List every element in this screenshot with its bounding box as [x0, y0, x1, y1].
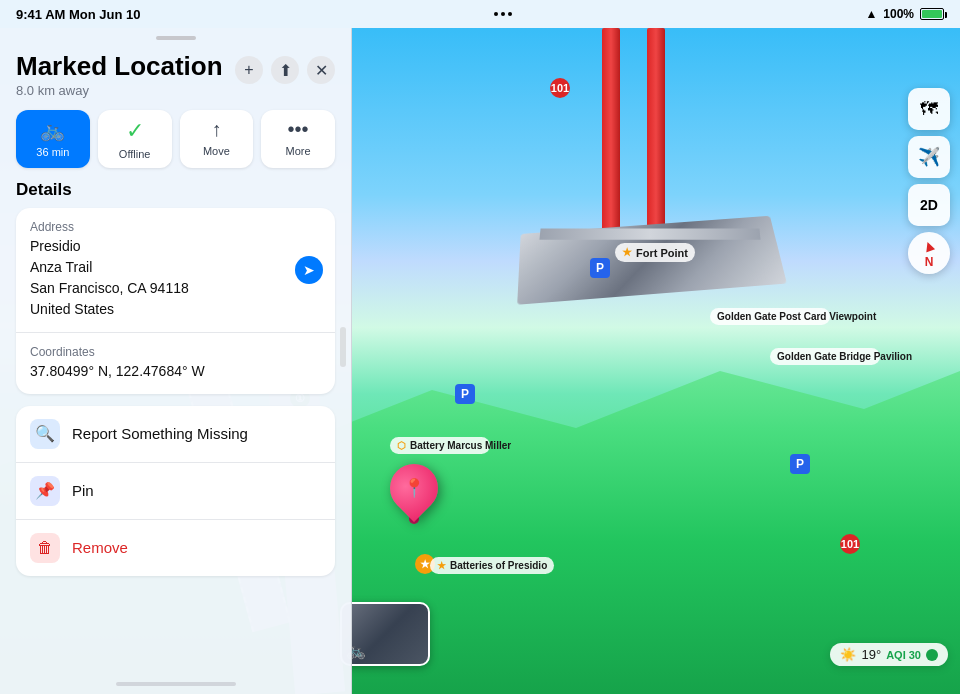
- address-line2: Anza Trail: [30, 259, 92, 275]
- compass-arrow-icon: ▲: [918, 235, 939, 257]
- share-button[interactable]: ⬆: [271, 56, 299, 84]
- pin-label: Pin: [72, 482, 94, 499]
- label-fort-point: ★ Fort Point: [615, 243, 695, 262]
- close-icon: ✕: [315, 61, 328, 80]
- remove-item[interactable]: 🗑 Remove: [16, 520, 335, 576]
- photo-thumbnail[interactable]: 🚲: [340, 602, 430, 666]
- close-button[interactable]: ✕: [307, 56, 335, 84]
- label-battery-marcus: ⬡ Battery Marcus Miller: [390, 437, 490, 454]
- label-bridge-pavilion: Golden Gate Bridge Pavilion: [770, 348, 880, 365]
- address-label: Address: [30, 220, 321, 234]
- compass-north-label: N: [925, 255, 934, 269]
- weather-temp: 19°: [861, 647, 881, 662]
- panel-title-group: Marked Location 8.0 km away: [16, 52, 235, 98]
- compass-button[interactable]: ▲ N: [908, 232, 950, 274]
- list-card: 🔍 Report Something Missing 📌 Pin 🗑 Remov…: [16, 406, 335, 576]
- status-dots: [494, 12, 512, 16]
- address-line4: United States: [30, 301, 114, 317]
- move-action-button[interactable]: ↑ Move: [180, 110, 254, 168]
- status-time: 9:41 AM Mon Jun 10: [16, 7, 140, 22]
- coordinates-value: 37.80499° N, 122.47684° W: [30, 361, 321, 382]
- panel-content: Details Address Presidio Anza Trail San …: [0, 180, 351, 676]
- remove-icon: 🗑: [30, 533, 60, 563]
- parking-badge-1: P: [590, 258, 610, 278]
- details-card: Address Presidio Anza Trail San Francisc…: [16, 208, 335, 394]
- panel-header: Marked Location 8.0 km away + ⬆ ✕: [0, 44, 351, 110]
- offline-label: Offline: [119, 148, 151, 160]
- coordinates-row: Coordinates 37.80499° N, 122.47684° W: [16, 333, 335, 394]
- 2d-button[interactable]: 2D: [908, 184, 950, 226]
- more-label: More: [286, 145, 311, 157]
- panel-title: Marked Location: [16, 52, 235, 81]
- pin-body: 📍: [380, 454, 448, 522]
- action-row: 🚲 36 min ✓ Offline ↑ Move ••• More: [0, 110, 351, 180]
- pin-icon: 📍: [403, 477, 425, 499]
- navigate-arrow-icon: ➤: [303, 262, 315, 278]
- move-icon: ↑: [211, 118, 221, 141]
- pin-icon: 📌: [30, 476, 60, 506]
- map-pin: 📍: [390, 464, 438, 524]
- battery-pct: 100%: [883, 7, 914, 21]
- route-101-badge-top: 101: [550, 78, 570, 98]
- address-line1: Presidio: [30, 238, 81, 254]
- move-label: Move: [203, 145, 230, 157]
- aqi-dot: [926, 649, 938, 661]
- report-item[interactable]: 🔍 Report Something Missing: [16, 406, 335, 463]
- address-value: Presidio Anza Trail San Francisco, CA 94…: [30, 236, 321, 320]
- label-batteries-presidio: ★ Batteries of Presidio: [430, 557, 554, 574]
- address-line3: San Francisco, CA 94118: [30, 280, 189, 296]
- address-navigate-button[interactable]: ➤: [295, 256, 323, 284]
- map-controls: 🗺 ✈️ 2D ▲ N: [908, 88, 950, 274]
- pin-item[interactable]: 📌 Pin: [16, 463, 335, 520]
- battery-icon: [920, 8, 944, 20]
- share-icon: ⬆: [279, 61, 292, 80]
- aqi-label: AQI 30: [886, 649, 921, 661]
- panel-resize-handle[interactable]: [340, 327, 346, 367]
- bike-label: 36 min: [36, 146, 69, 158]
- more-icon: •••: [288, 118, 309, 141]
- parking-badge-3: P: [790, 454, 810, 474]
- location-panel: Marked Location 8.0 km away + ⬆ ✕ 🚲 36 m…: [0, 28, 352, 694]
- panel-drag-handle[interactable]: [156, 36, 196, 40]
- details-section-title: Details: [16, 180, 335, 200]
- address-row: Address Presidio Anza Trail San Francisc…: [16, 208, 335, 333]
- offline-action-button[interactable]: ✓ Offline: [98, 110, 172, 168]
- navigate-button[interactable]: ✈️: [908, 136, 950, 178]
- offline-icon: ✓: [126, 118, 144, 144]
- more-action-button[interactable]: ••• More: [261, 110, 335, 168]
- weather-badge: ☀️ 19° AQI 30: [830, 643, 948, 666]
- weather-icon: ☀️: [840, 647, 856, 662]
- route-101-badge-bottom: 101: [840, 534, 860, 554]
- add-button[interactable]: +: [235, 56, 263, 84]
- panel-subtitle: 8.0 km away: [16, 83, 235, 98]
- wifi-icon: ▲: [865, 7, 877, 21]
- bike-action-button[interactable]: 🚲 36 min: [16, 110, 90, 168]
- label-golden-post: Golden Gate Post Card Viewpoint: [710, 308, 830, 325]
- status-bar: 9:41 AM Mon Jun 10 ▲ 100%: [0, 0, 960, 28]
- bridge-deck: [539, 228, 760, 239]
- bottom-indicator: [116, 682, 236, 686]
- bike-icon: 🚲: [40, 118, 65, 142]
- coordinates-label: Coordinates: [30, 345, 321, 359]
- status-right: ▲ 100%: [865, 7, 944, 21]
- report-icon: 🔍: [30, 419, 60, 449]
- parking-badge-2: P: [455, 384, 475, 404]
- report-label: Report Something Missing: [72, 425, 248, 442]
- panel-header-actions: + ⬆ ✕: [235, 56, 335, 84]
- map-view-button[interactable]: 🗺: [908, 88, 950, 130]
- remove-label: Remove: [72, 539, 128, 556]
